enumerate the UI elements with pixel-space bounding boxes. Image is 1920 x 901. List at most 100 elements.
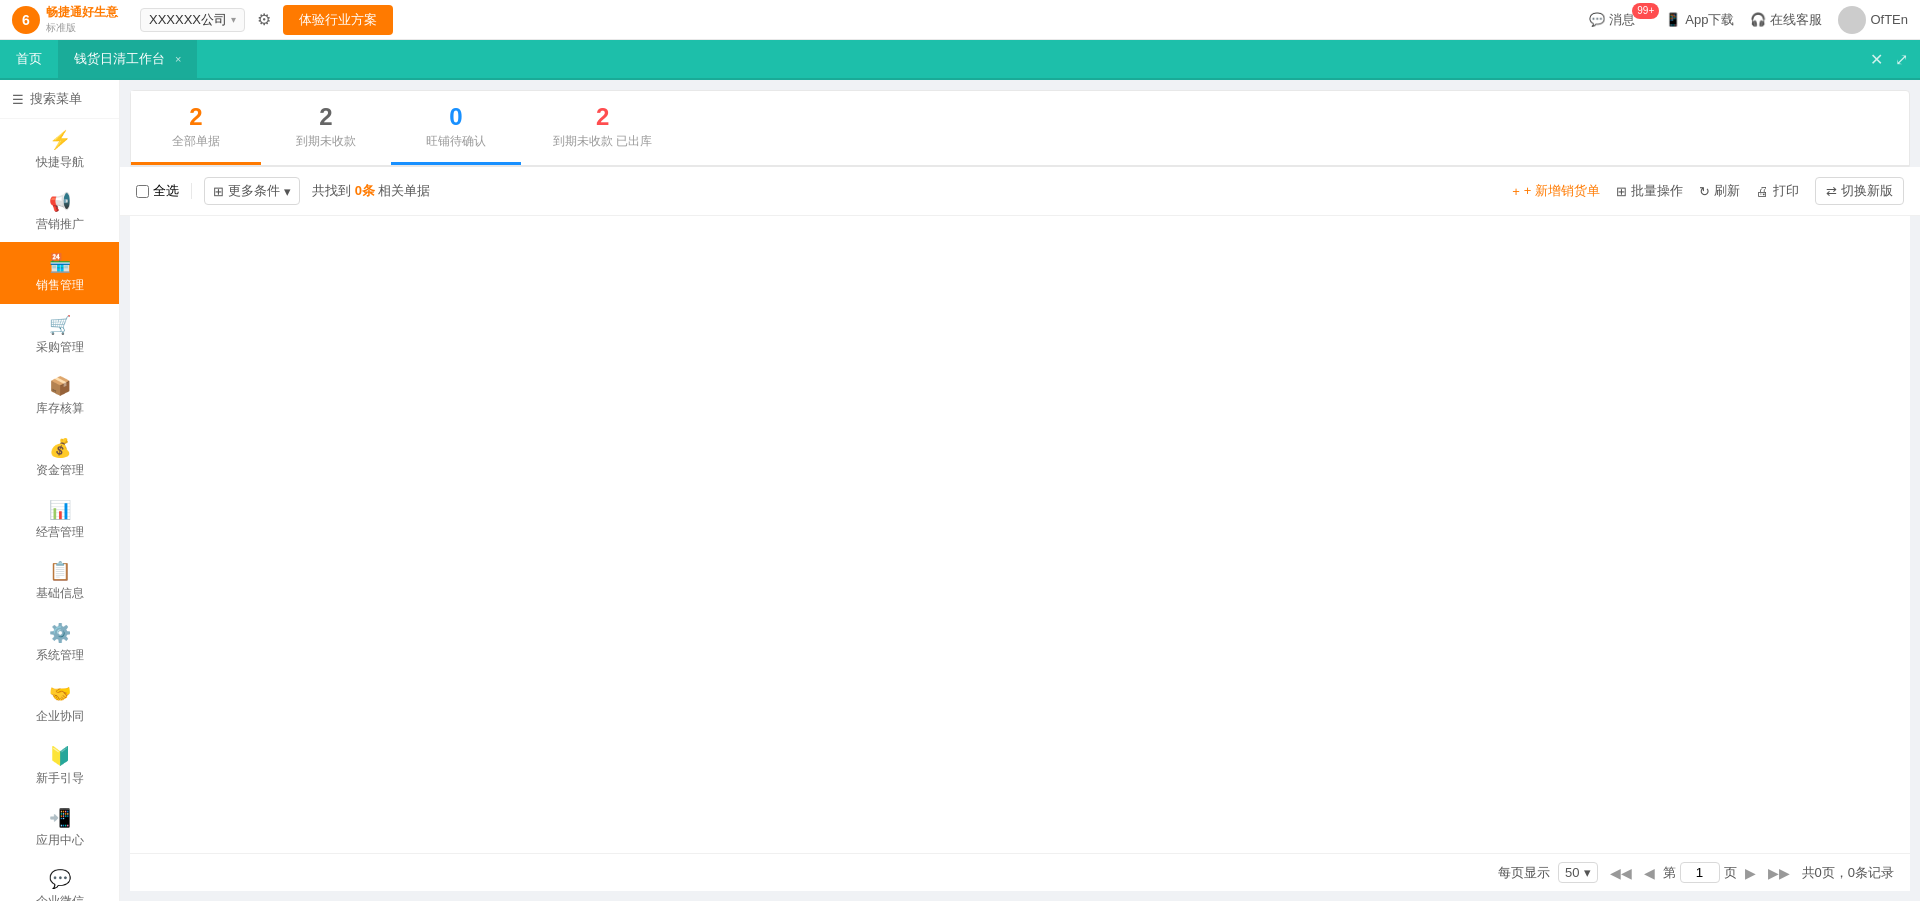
sidebar-biz-label: 经营管理 bbox=[36, 525, 84, 541]
headset-icon: 🎧 bbox=[1750, 12, 1766, 27]
sidebar-sales-label: 销售管理 bbox=[36, 278, 84, 294]
tab-close-button[interactable]: ✕ bbox=[1866, 46, 1887, 73]
online-service-label: 在线客服 bbox=[1770, 11, 1822, 29]
add-btn-label: + 新增销货单 bbox=[1524, 182, 1600, 200]
app-name: 畅捷通好生意 bbox=[46, 4, 118, 21]
add-sales-order-button[interactable]: + + 新增销货单 bbox=[1512, 182, 1600, 200]
sidebar-system-label: 系统管理 bbox=[36, 648, 84, 664]
filter-chevron-icon: ▾ bbox=[284, 184, 291, 199]
found-prefix: 共找到 bbox=[312, 183, 351, 198]
sidebar-stock-label: 库存核算 bbox=[36, 401, 84, 417]
sidebar-finance-label: 资金管理 bbox=[36, 463, 84, 479]
stats-tabs: 2 全部单据 2 到期未收款 0 旺铺待确认 2 到期未收款 已出库 bbox=[131, 91, 1909, 166]
prev-page-button[interactable]: ◀ bbox=[1640, 863, 1659, 883]
sidebar-item-finance[interactable]: 💰 资金管理 bbox=[0, 427, 119, 489]
refresh-icon: ↻ bbox=[1699, 184, 1710, 199]
sidebar-item-wechat[interactable]: 💬 企业微信 bbox=[0, 858, 119, 901]
sidebar-item-purchase[interactable]: 🛒 采购管理 bbox=[0, 304, 119, 366]
print-icon: 🖨 bbox=[1756, 184, 1769, 199]
sidebar-item-biz[interactable]: 📊 经营管理 bbox=[0, 489, 119, 551]
tab-workbench[interactable]: 钱货日清工作台 × bbox=[58, 40, 197, 78]
company-selector[interactable]: XXXXXX公司 ▾ bbox=[140, 8, 245, 32]
sidebar-search[interactable]: ☰ 搜索菜单 bbox=[0, 80, 119, 119]
online-service-button[interactable]: 🎧 在线客服 bbox=[1750, 11, 1822, 29]
search-menu-label: 搜索菜单 bbox=[30, 90, 82, 108]
sidebar: ☰ 搜索菜单 ⚡ 快捷导航 📢 营销推广 🏪 销售管理 🛒 采购管理 📦 库存核… bbox=[0, 80, 120, 901]
trial-button[interactable]: 体验行业方案 bbox=[283, 5, 393, 35]
finance-icon: 💰 bbox=[49, 437, 71, 459]
batch-operation-button[interactable]: ⊞ 批量操作 bbox=[1616, 182, 1683, 200]
logo-area: 6 畅捷通好生意 标准版 bbox=[12, 4, 132, 35]
sidebar-nav-label: 快捷导航 bbox=[36, 155, 84, 171]
pagination-summary: 共0页，0条记录 bbox=[1802, 864, 1894, 882]
sidebar-item-guide[interactable]: 🔰 新手引导 bbox=[0, 735, 119, 797]
per-page-select[interactable]: 50 ▾ bbox=[1558, 862, 1597, 883]
stat-number-shipped: 2 bbox=[596, 103, 609, 131]
tab-expand-button[interactable]: ⤢ bbox=[1891, 46, 1912, 73]
sidebar-item-sales[interactable]: 🏪 销售管理 bbox=[0, 242, 119, 304]
batch-label: 批量操作 bbox=[1631, 182, 1683, 200]
stat-label-shipped: 到期未收款 已出库 bbox=[553, 133, 652, 150]
per-page-chevron-icon: ▾ bbox=[1584, 865, 1591, 880]
page-number-input[interactable] bbox=[1680, 862, 1720, 883]
switch-label: 切换新版 bbox=[1841, 182, 1893, 200]
sidebar-item-market[interactable]: 📢 营销推广 bbox=[0, 181, 119, 243]
filter-button[interactable]: ⊞ 更多条件 ▾ bbox=[204, 177, 300, 205]
tab-bar: 首页 钱货日清工作台 × ✕ ⤢ bbox=[0, 40, 1920, 80]
menu-icon: ☰ bbox=[12, 92, 24, 107]
page-suffix: 页 bbox=[1724, 864, 1737, 882]
top-header: 6 畅捷通好生意 标准版 XXXXXX公司 ▾ ⚙ 体验行业方案 💬 消息 99… bbox=[0, 0, 1920, 40]
sidebar-item-system[interactable]: ⚙️ 系统管理 bbox=[0, 612, 119, 674]
refresh-button[interactable]: ↻ 刷新 bbox=[1699, 182, 1740, 200]
message-badge: 99+ bbox=[1632, 3, 1659, 19]
user-avatar-area[interactable]: OfTEn bbox=[1838, 6, 1908, 34]
stock-icon: 📦 bbox=[49, 375, 71, 397]
print-button[interactable]: 🖨 打印 bbox=[1756, 182, 1799, 200]
app-badge: 标准版 bbox=[46, 21, 118, 35]
per-page-label: 每页显示 bbox=[1498, 864, 1550, 882]
print-label: 打印 bbox=[1773, 182, 1799, 200]
sidebar-item-stock[interactable]: 📦 库存核算 bbox=[0, 365, 119, 427]
stat-tab-shipped[interactable]: 2 到期未收款 已出库 bbox=[521, 91, 684, 165]
nav-icon: ⚡ bbox=[49, 129, 71, 151]
app-download-button[interactable]: 📱 App下载 bbox=[1665, 11, 1734, 29]
select-all-label: 全选 bbox=[153, 182, 179, 200]
switch-version-button[interactable]: ⇄ 切换新版 bbox=[1815, 177, 1904, 205]
batch-icon: ⊞ bbox=[1616, 184, 1627, 199]
main-layout: ☰ 搜索菜单 ⚡ 快捷导航 📢 营销推广 🏪 销售管理 🛒 采购管理 📦 库存核… bbox=[0, 80, 1920, 901]
refresh-label: 刷新 bbox=[1714, 182, 1740, 200]
sidebar-item-nav[interactable]: ⚡ 快捷导航 bbox=[0, 119, 119, 181]
content-area: 2 全部单据 2 到期未收款 0 旺铺待确认 2 到期未收款 已出库 bbox=[120, 80, 1920, 901]
message-button[interactable]: 💬 消息 99+ bbox=[1589, 11, 1649, 29]
sidebar-market-label: 营销推广 bbox=[36, 217, 84, 233]
sidebar-item-basic[interactable]: 📋 基础信息 bbox=[0, 550, 119, 612]
sidebar-coop-label: 企业协同 bbox=[36, 709, 84, 725]
sidebar-guide-label: 新手引导 bbox=[36, 771, 84, 787]
stat-number-pending: 0 bbox=[449, 103, 462, 131]
stat-tab-pending[interactable]: 0 旺铺待确认 bbox=[391, 91, 521, 165]
toolbar: 全选 ⊞ 更多条件 ▾ 共找到 0条 相关单据 + + 新增销货单 ⊞ bbox=[120, 167, 1920, 216]
stat-tab-all[interactable]: 2 全部单据 bbox=[131, 91, 261, 165]
found-count: 0条 bbox=[355, 183, 375, 198]
coop-icon: 🤝 bbox=[49, 683, 71, 705]
next-page-button[interactable]: ▶ bbox=[1741, 863, 1760, 883]
tab-close-icon[interactable]: × bbox=[175, 53, 181, 65]
select-all-input[interactable] bbox=[136, 185, 149, 198]
sidebar-item-coop[interactable]: 🤝 企业协同 bbox=[0, 673, 119, 735]
filter-label: 更多条件 bbox=[228, 182, 280, 200]
tab-home[interactable]: 首页 bbox=[0, 40, 58, 78]
home-tab-label: 首页 bbox=[16, 50, 42, 68]
pagination-bar: 每页显示 50 ▾ ◀◀ ◀ 第 页 ▶ ▶▶ 共0页，0条记录 bbox=[130, 853, 1910, 891]
wechat-icon: 💬 bbox=[49, 868, 71, 890]
system-icon: ⚙️ bbox=[49, 622, 71, 644]
first-page-button[interactable]: ◀◀ bbox=[1606, 863, 1636, 883]
sidebar-item-appstore[interactable]: 📲 应用中心 bbox=[0, 797, 119, 859]
logo-icon: 6 bbox=[12, 6, 40, 34]
last-page-button[interactable]: ▶▶ bbox=[1764, 863, 1794, 883]
stat-tab-overdue[interactable]: 2 到期未收款 bbox=[261, 91, 391, 165]
settings-icon[interactable]: ⚙ bbox=[253, 6, 275, 33]
chevron-down-icon: ▾ bbox=[231, 14, 236, 25]
select-all-checkbox[interactable]: 全选 bbox=[136, 182, 179, 200]
biz-icon: 📊 bbox=[49, 499, 71, 521]
stat-label-all: 全部单据 bbox=[172, 133, 220, 150]
